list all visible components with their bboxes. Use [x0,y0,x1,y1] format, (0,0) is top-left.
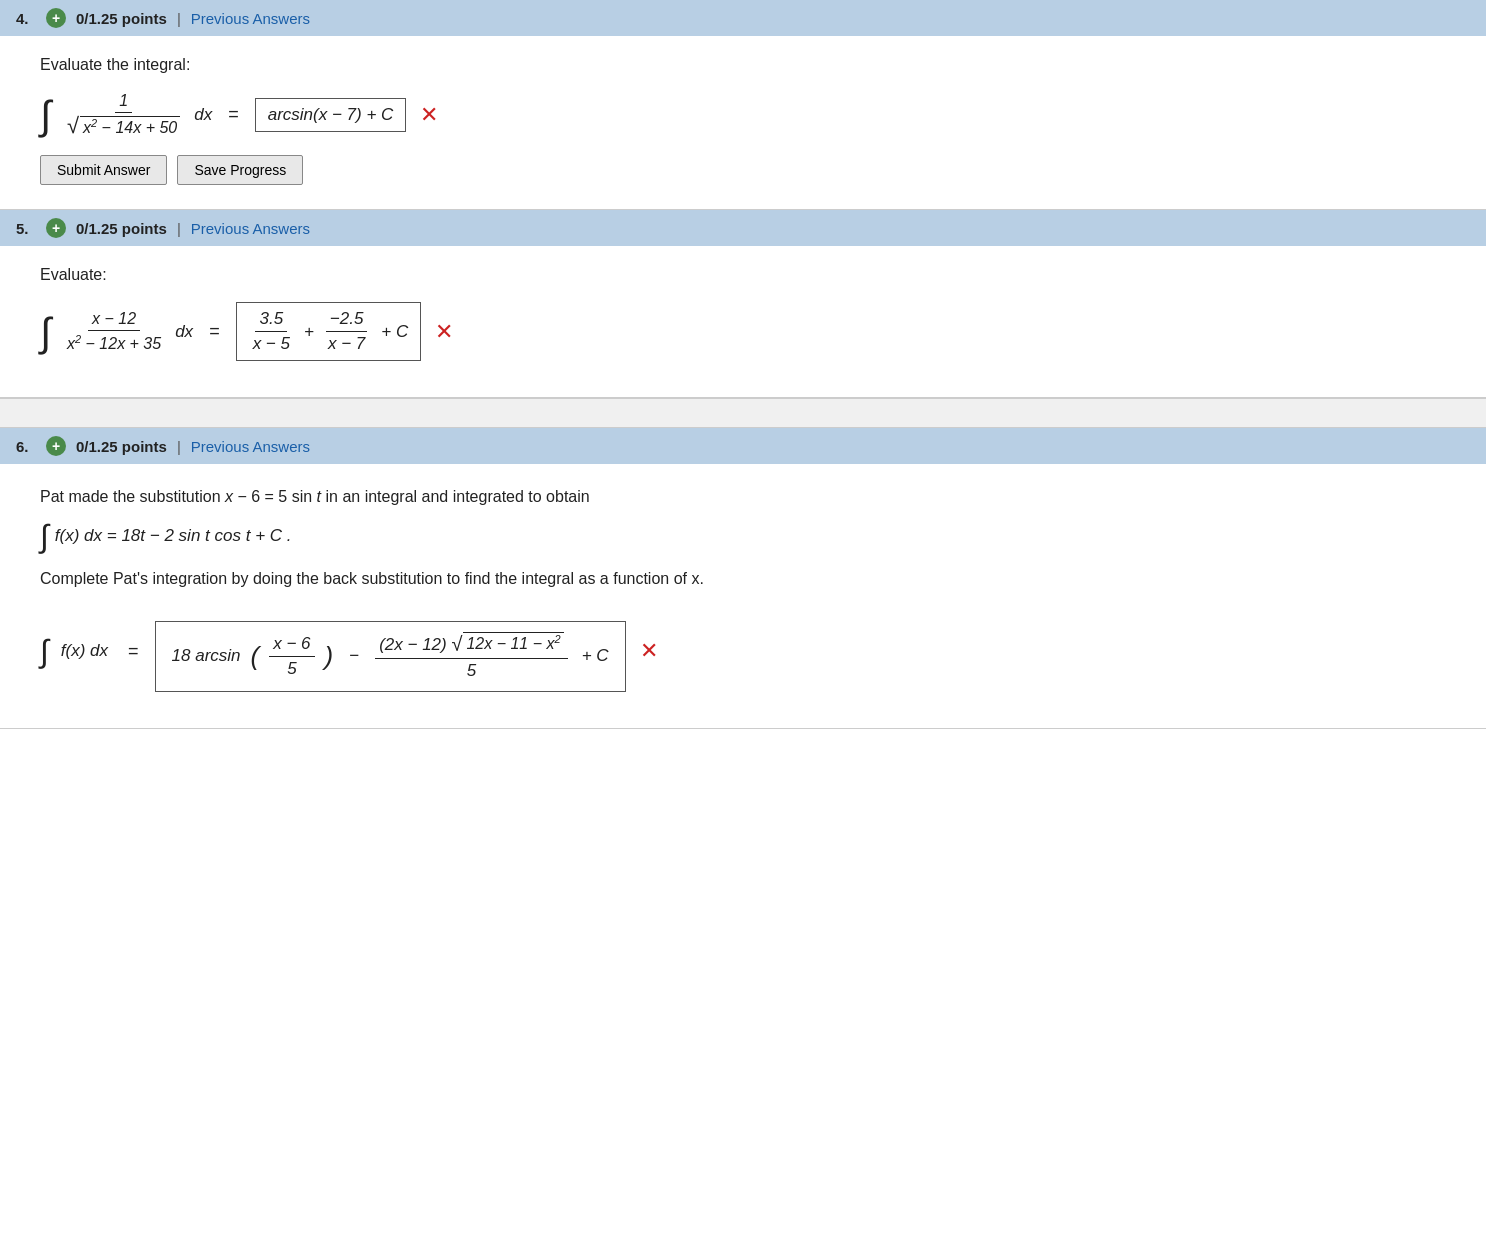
q4-prompt: Evaluate the integral: [40,56,1456,74]
q6-sqrt-container: √ 12x − 11 − x2 [451,632,563,653]
q5-separator: | [177,220,181,237]
question-6-body: Pat made the substitution x − 6 = 5 sin … [0,464,1486,729]
q6-main-frac: (2x − 12) √ 12x − 11 − x2 5 [375,632,567,680]
q6-final-integral: ∫ [40,635,49,667]
q4-answer-box: arcsin(x − 7) + C [255,98,407,132]
q6-final-fx-dx: f(x) dx [61,641,108,661]
q4-submit-button[interactable]: Submit Answer [40,155,167,185]
question-4-header: 4. + 0/1.25 points | Previous Answers [0,0,1486,36]
q6-arcsin-frac-num: x − 6 [269,634,314,657]
q6-minus-sign: − [349,646,359,666]
q5-math-line: ∫ x − 12 x2 − 12x + 35 dx = 3.5 x − 5 + … [40,302,1456,361]
q4-save-button[interactable]: Save Progress [177,155,303,185]
q6-sqrt-sym: √ [451,634,462,654]
q6-sqrt-inner: 12x − 11 − x2 [463,632,563,653]
q6-number: 6. [16,438,36,455]
q6-final-math-line: ∫ f(x) dx = 18 arcsin ( x − 6 5 ) − (2x … [40,611,1456,691]
q4-math-line: ∫ 1 √ x2 − 14x + 50 dx = arcsin(x − 7) +… [40,92,1456,137]
q5-plus-icon: + [46,218,66,238]
q5-integral-sign: ∫ [40,312,51,352]
q6-answer-box: 18 arcsin ( x − 6 5 ) − (2x − 12) √ 12x … [155,621,626,691]
q5-dx: dx [175,322,193,342]
section-gap [0,398,1486,428]
q4-sqrt-content: x2 − 14x + 50 [80,116,180,137]
q5-number: 5. [16,220,36,237]
question-5-header: 5. + 0/1.25 points | Previous Answers [0,210,1486,246]
q5-prev-answers-link[interactable]: Previous Answers [191,220,310,237]
question-5-body: Evaluate: ∫ x − 12 x2 − 12x + 35 dx = 3.… [0,246,1486,398]
q4-fraction: 1 √ x2 − 14x + 50 [63,92,184,137]
question-4-body: Evaluate the integral: ∫ 1 √ x2 − 14x + … [0,36,1486,210]
q6-plus-c: + C [582,646,609,666]
q6-open-paren: ( [251,643,260,669]
q5-points: 0/1.25 points [76,220,167,237]
q4-prev-answers-link[interactable]: Previous Answers [191,10,310,27]
q4-equals: = [228,104,239,125]
q4-integral-sign: ∫ [40,95,51,135]
q4-answer-text: arcsin(x − 7) + C [268,105,394,125]
q5-ans-frac2-num: −2.5 [326,309,368,332]
q6-arcsin-frac: x − 6 5 [269,634,314,679]
q4-sqrt: √ x2 − 14x + 50 [67,115,180,137]
q5-ans-frac2-den: x − 7 [324,332,369,354]
q6-main-frac-den: 5 [463,659,480,681]
q5-equals: = [209,321,220,342]
q5-ans-frac1-den: x − 5 [249,332,294,354]
q5-denominator: x2 − 12x + 35 [63,331,165,353]
q5-numerator: x − 12 [88,310,140,331]
q6-separator: | [177,438,181,455]
q6-plus-icon: + [46,436,66,456]
q6-final-equals: = [128,641,139,662]
q6-prev-answers-link[interactable]: Previous Answers [191,438,310,455]
q4-points: 0/1.25 points [76,10,167,27]
q5-ans-frac2: −2.5 x − 7 [324,309,369,354]
q6-18-arcsin: 18 arcsin [172,646,241,666]
q6-points: 0/1.25 points [76,438,167,455]
q5-plus-sign: + [304,322,314,342]
q5-answer-box: 3.5 x − 5 + −2.5 x − 7 + C [236,302,422,361]
q4-separator: | [177,10,181,27]
q4-plus-icon: + [46,8,66,28]
q6-main-frac-num: (2x − 12) √ 12x − 11 − x2 [375,632,567,658]
q4-buttons-row: Submit Answer Save Progress [40,155,1456,185]
q6-text1: Pat made the substitution x − 6 = 5 sin … [40,484,1456,510]
q5-ans-frac1-num: 3.5 [255,309,287,332]
q5-ans-c: + C [381,322,408,342]
q5-prompt: Evaluate: [40,266,1456,284]
q4-numerator: 1 [115,92,132,113]
q5-red-x: ✕ [435,319,453,345]
q6-integral-sign: ∫ [40,520,49,552]
q4-denominator: √ x2 − 14x + 50 [63,113,184,137]
q5-fraction: x − 12 x2 − 12x + 35 [63,310,165,353]
q6-close-paren: ) [325,643,334,669]
q6-text3: Complete Pat's integration by doing the … [40,566,1456,592]
q5-ans-frac1: 3.5 x − 5 [249,309,294,354]
q6-arcsin-frac-den: 5 [283,657,300,679]
q6-integral-line: ∫ f(x) dx = 18t − 2 sin t cos t + C . [40,520,1456,552]
q6-fx-dx: f(x) dx = 18t − 2 sin t cos t + C . [55,526,292,546]
q6-red-x: ✕ [640,638,658,664]
q4-sqrt-symbol: √ [67,115,79,137]
q4-number: 4. [16,10,36,27]
q4-dx: dx [194,105,212,125]
question-6-header: 6. + 0/1.25 points | Previous Answers [0,428,1486,464]
q4-red-x: ✕ [420,102,438,128]
